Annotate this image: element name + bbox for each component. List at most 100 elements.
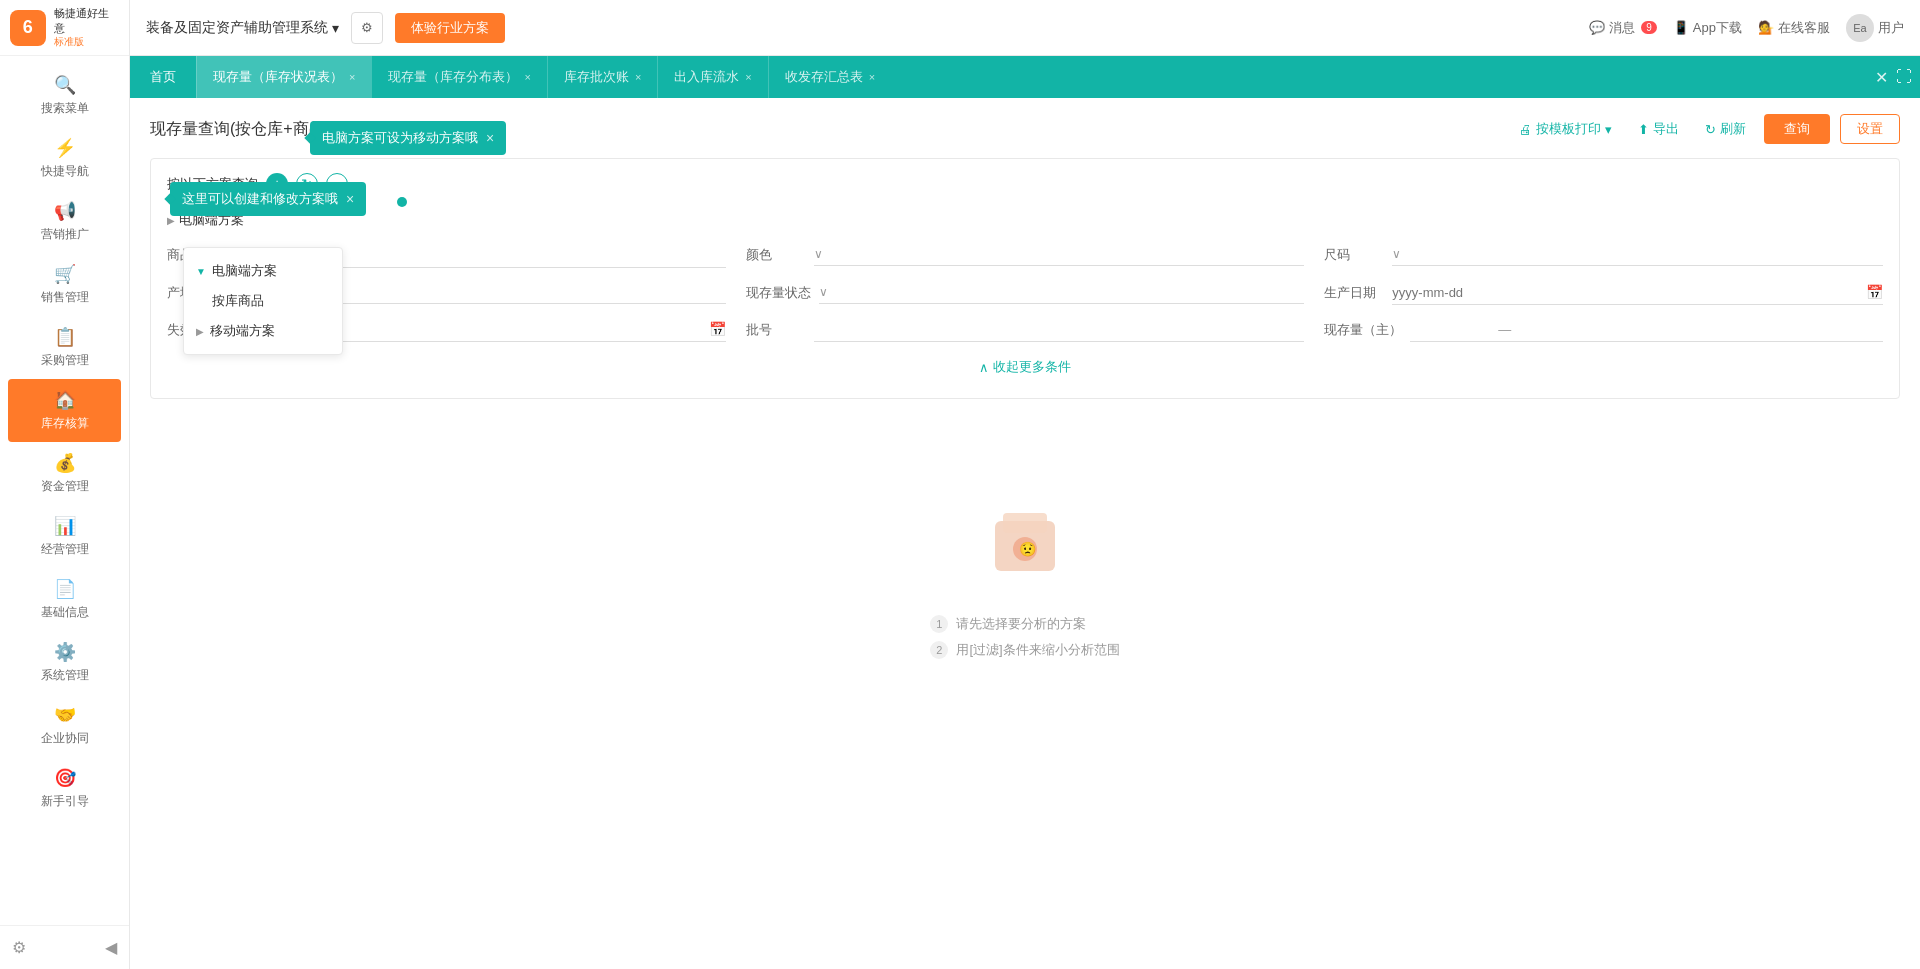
size-select[interactable]: ∨ [1392,243,1883,266]
sidebar: 6 畅捷通好生意 标准版 🔍 搜索菜单 ⚡ 快捷导航 📢 营销推广 🛒 销售管理… [0,0,130,969]
batch-label: 批号 [746,321,806,339]
tab-batch-account-label: 库存批次账 [564,68,629,86]
tab-batch-close[interactable]: × [635,71,641,83]
tooltip-2-text: 这里可以创建和修改方案哦 [182,190,338,208]
sidebar-logo: 6 畅捷通好生意 标准版 [0,0,129,56]
color-select[interactable]: ∨ [814,243,1305,266]
collapse-sidebar-btn[interactable]: ◀ [105,938,117,957]
sidebar-item-search[interactable]: 🔍 搜索菜单 [0,64,129,127]
sidebar-item-label: 企业协同 [41,730,89,747]
stock-amount-from[interactable] [1410,322,1490,337]
tab-inventory-status[interactable]: 现存量（库存状况表） × [196,56,371,98]
tree-expand-icon: ▼ [196,266,206,277]
stock-amount-label: 现存量（主） [1324,321,1402,339]
sidebar-item-finance[interactable]: 💰 资金管理 [0,442,129,505]
tab-home-label: 首页 [150,68,176,86]
tab-maximize-btn[interactable]: ⛶ [1896,68,1912,86]
sidebar-item-label: 系统管理 [41,667,89,684]
sidebar-item-label: 搜索菜单 [41,100,89,117]
export-icon: ⬆ [1638,122,1649,137]
prod-date-calendar-icon: 📅 [1866,284,1883,300]
prod-date-field[interactable] [1392,285,1866,300]
query-btn[interactable]: 查询 [1764,114,1830,144]
logo-icon: 6 [10,10,46,46]
message-btn[interactable]: 💬 消息 9 [1589,19,1657,37]
batch-input[interactable] [814,318,1305,342]
size-chevron: ∨ [1392,247,1401,261]
prod-date-input[interactable]: 📅 [1392,280,1883,305]
message-label: 消息 [1609,19,1635,37]
tab-io-flow-close[interactable]: × [745,71,751,83]
svg-text:😟: 😟 [1019,541,1037,558]
tab-home[interactable]: 首页 [130,56,196,98]
svg-rect-1 [1003,513,1047,533]
tooltip-2-close[interactable]: × [346,191,354,207]
settings-page-btn[interactable]: 设置 [1840,114,1900,144]
empty-icon: 😟 [975,491,1075,591]
tree-item-mobile[interactable]: ▶ 移动端方案 [184,316,342,346]
sidebar-item-system[interactable]: ⚙️ 系统管理 [0,631,129,694]
empty-state: 😟 1 请先选择要分析的方案 2 用[过滤]条件来缩小分析范围 [150,411,1900,743]
sidebar-item-operation[interactable]: 📊 经营管理 [0,505,129,568]
operation-nav-icon: 📊 [54,515,76,537]
system-title-select[interactable]: 装备及固定资产辅助管理系统 ▾ [146,19,339,37]
enterprise-nav-icon: 🤝 [54,704,76,726]
tab-inventory-dist-close[interactable]: × [524,71,530,83]
sidebar-item-guide[interactable]: 🎯 新手引导 [0,757,129,820]
export-btn[interactable]: ⬆ 导出 [1630,116,1687,142]
tab-bar: 首页 现存量（库存状况表） × 现存量（库存分布表） × 库存批次账 × 出入库… [130,56,1920,98]
tooltip-1-text: 电脑方案可设为移动方案哦 [322,129,478,147]
online-service-btn[interactable]: 💁 在线客服 [1758,19,1830,37]
stock-amount-to[interactable] [1519,322,1599,337]
sidebar-item-inventory[interactable]: 🏠 库存核算 [8,379,121,442]
sidebar-item-label: 采购管理 [41,352,89,369]
user-menu-btn[interactable]: Ea 用户 [1846,14,1904,42]
sidebar-item-label: 基础信息 [41,604,89,621]
print-btn[interactable]: 🖨 按模板打印 ▾ [1511,116,1620,142]
tree-item-label: 电脑端方案 [212,262,277,280]
sidebar-item-purchase[interactable]: 📋 采购管理 [0,316,129,379]
dot-indicator [397,197,407,207]
experience-btn[interactable]: 体验行业方案 [395,13,505,43]
tree-item-mobile-label: 移动端方案 [210,322,275,340]
filter-row-color: 颜色 ∨ [746,241,1305,268]
header-settings-btn[interactable]: ⚙ [351,12,383,44]
app-download-btn[interactable]: 📱 App下载 [1673,19,1742,37]
sidebar-item-quick[interactable]: ⚡ 快捷导航 [0,127,129,190]
filter-grid: 商品 ··· 颜色 ∨ 尺码 [167,241,1883,342]
tab-io-flow[interactable]: 出入库流水 × [657,56,767,98]
message-badge: 9 [1641,21,1657,34]
stock-status-chevron: ∨ [819,285,828,299]
sidebar-item-label: 资金管理 [41,478,89,495]
app-download-label: App下载 [1693,19,1742,37]
sidebar-item-label: 快捷导航 [41,163,89,180]
settings-bottom-btn[interactable]: ⚙ [12,938,26,957]
tab-inventory-dist[interactable]: 现存量（库存分布表） × [371,56,546,98]
empty-tips: 1 请先选择要分析的方案 2 用[过滤]条件来缩小分析范围 [930,611,1119,663]
sidebar-item-enterprise[interactable]: 🤝 企业协同 [0,694,129,757]
tab-receipt-summary[interactable]: 收发存汇总表 × [768,56,891,98]
tab-batch-account[interactable]: 库存批次账 × [547,56,657,98]
refresh-icon: ↻ [1705,122,1716,137]
tab-receipt-close[interactable]: × [869,71,875,83]
tab-inventory-status-close[interactable]: × [349,71,355,83]
tab-close-all-btn[interactable]: ✕ [1875,68,1888,87]
collapse-btn[interactable]: ∧ 收起更多条件 [167,350,1883,384]
tree-item-desktop[interactable]: ▼ 电脑端方案 [184,256,342,286]
sidebar-item-marketing[interactable]: 📢 营销推广 [0,190,129,253]
filter-row-batch: 批号 [746,317,1305,342]
stock-status-select[interactable]: ∨ [819,281,1305,304]
sidebar-item-sales[interactable]: 🛒 销售管理 [0,253,129,316]
page-content: 现存量查询(按仓库+商品) 🖨 按模板打印 ▾ ⬆ 导出 ↻ 刷新 [130,98,1920,969]
refresh-btn[interactable]: ↻ 刷新 [1697,116,1754,142]
inventory-nav-icon: 🏠 [54,389,76,411]
range-sep: — [1498,322,1511,337]
purchase-nav-icon: 📋 [54,326,76,348]
tooltip-1-close[interactable]: × [486,130,494,146]
sidebar-nav: 🔍 搜索菜单 ⚡ 快捷导航 📢 营销推广 🛒 销售管理 📋 采购管理 🏠 库存核… [0,56,129,925]
page-title: 现存量查询(按仓库+商品) [150,119,330,140]
stock-status-label: 现存量状态 [746,284,811,302]
tree-item-by-warehouse[interactable]: 按库商品 [184,286,342,316]
tip-item-2: 2 用[过滤]条件来缩小分析范围 [930,637,1119,663]
sidebar-item-basic[interactable]: 📄 基础信息 [0,568,129,631]
